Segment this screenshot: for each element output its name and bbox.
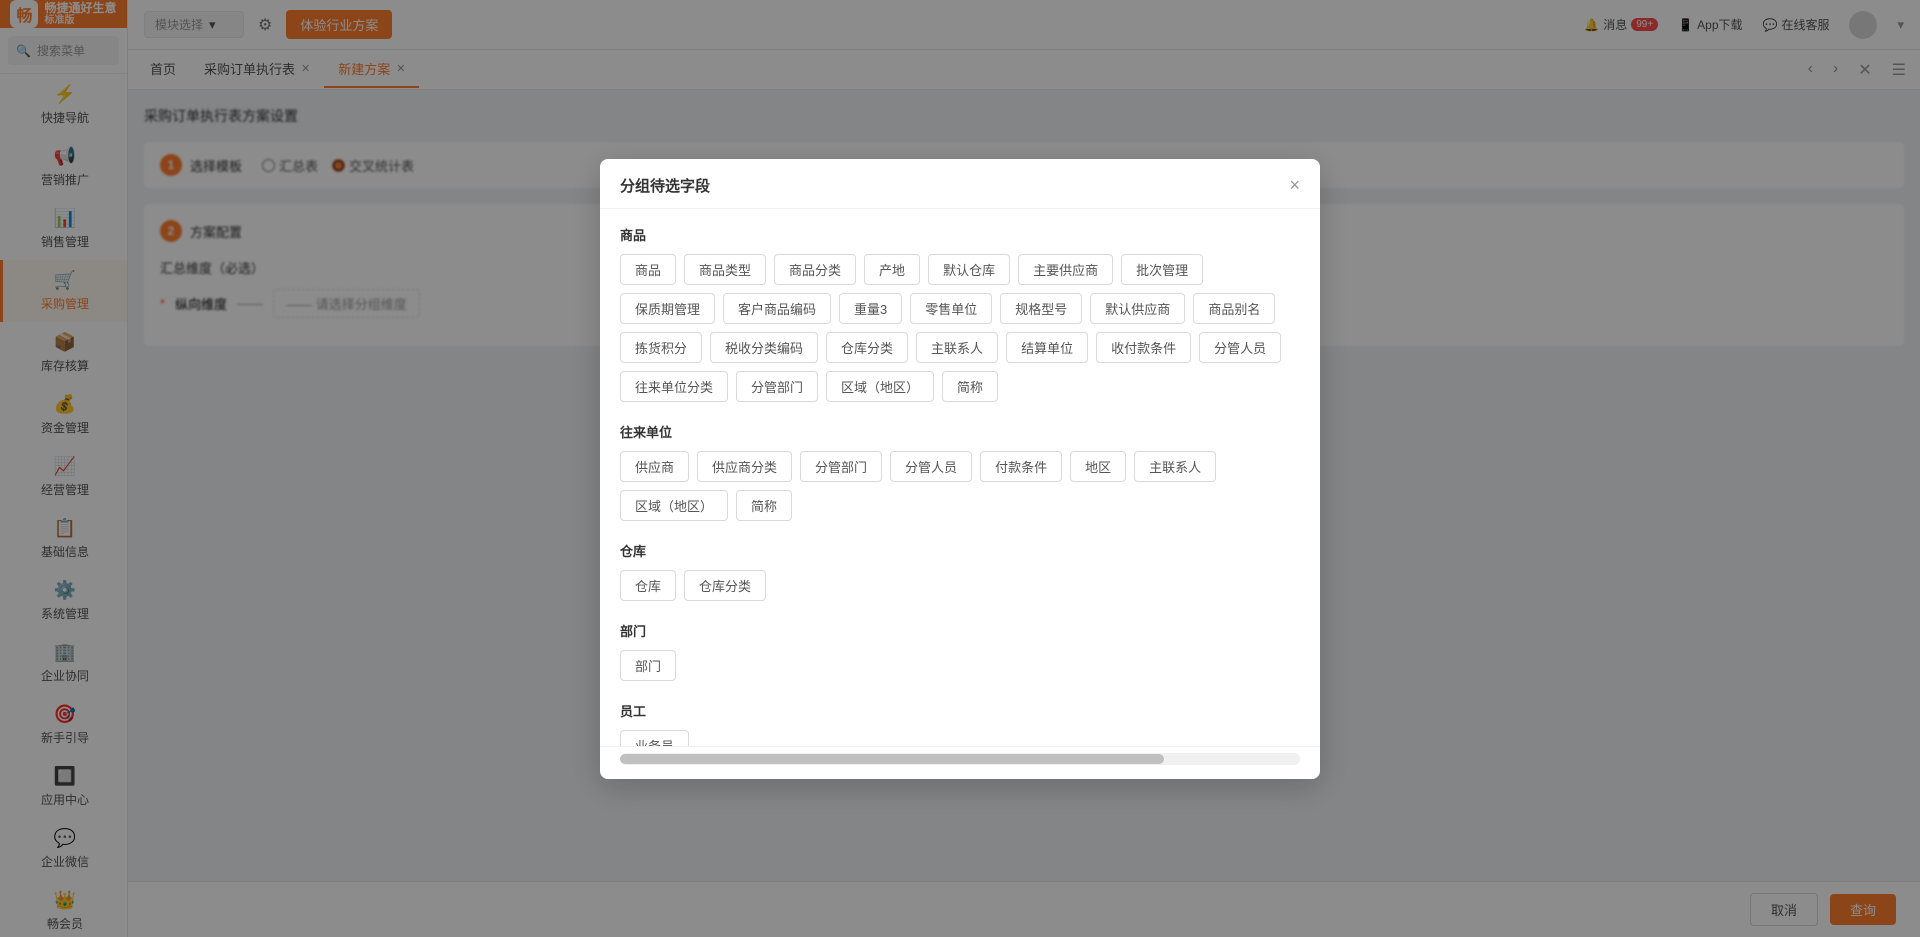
modal-body: 商品商品商品类型商品分类产地默认仓库主要供应商批次管理保质期管理客户商品编码重量… [600, 209, 1320, 746]
field-tag[interactable]: 供应商 [620, 451, 689, 482]
field-tag[interactable]: 规格型号 [1000, 293, 1082, 324]
field-tag[interactable]: 区域（地区） [620, 490, 728, 521]
field-tag[interactable]: 部门 [620, 650, 676, 681]
horizontal-scrollbar[interactable] [620, 753, 1300, 765]
field-tag[interactable]: 分管部门 [736, 371, 818, 402]
field-tag[interactable]: 默认仓库 [928, 254, 1010, 285]
field-tag[interactable]: 主联系人 [1134, 451, 1216, 482]
field-tag[interactable]: 拣货积分 [620, 332, 702, 363]
field-tag[interactable]: 商品类型 [684, 254, 766, 285]
field-tag[interactable]: 保质期管理 [620, 293, 715, 324]
field-tag[interactable]: 零售单位 [910, 293, 992, 324]
modal-close-button[interactable]: × [1289, 176, 1300, 194]
field-group-warehouse: 仓库仓库仓库分类 [620, 541, 1300, 601]
modal-header: 分组待选字段 × [600, 159, 1320, 209]
modal-overlay: 分组待选字段 × 商品商品商品类型商品分类产地默认仓库主要供应商批次管理保质期管… [0, 0, 1920, 937]
field-tag[interactable]: 仓库 [620, 570, 676, 601]
field-tag[interactable]: 仓库分类 [826, 332, 908, 363]
field-tag[interactable]: 结算单位 [1006, 332, 1088, 363]
field-tag[interactable]: 业务员 [620, 730, 689, 746]
field-tags-department: 部门 [620, 650, 1300, 681]
modal-scrollbar [600, 746, 1320, 779]
field-group-employee: 员工业务员 [620, 701, 1300, 746]
field-tags-employee: 业务员 [620, 730, 1300, 746]
field-tag[interactable]: 分管部门 [800, 451, 882, 482]
scrollbar-thumb [620, 754, 1164, 764]
field-tag[interactable]: 主要供应商 [1018, 254, 1113, 285]
field-tag[interactable]: 简称 [942, 371, 998, 402]
modal-title: 分组待选字段 [620, 175, 710, 196]
field-group-department: 部门部门 [620, 621, 1300, 681]
field-group-title-warehouse: 仓库 [620, 541, 1300, 560]
field-tag[interactable]: 客户商品编码 [723, 293, 831, 324]
field-group-title-department: 部门 [620, 621, 1300, 640]
field-tags-partner: 供应商供应商分类分管部门分管人员付款条件地区主联系人区域（地区） 简称 [620, 451, 1300, 521]
field-tag[interactable]: 简称 [736, 490, 792, 521]
field-tags-warehouse: 仓库仓库分类 [620, 570, 1300, 601]
field-group-product: 商品商品商品类型商品分类产地默认仓库主要供应商批次管理保质期管理客户商品编码重量… [620, 225, 1300, 402]
field-tag[interactable]: 默认供应商 [1090, 293, 1185, 324]
field-tag[interactable]: 商品分类 [774, 254, 856, 285]
field-tag[interactable]: 商品 [620, 254, 676, 285]
field-tag[interactable]: 区域（地区） [826, 371, 934, 402]
field-tag[interactable]: 分管人员 [1199, 332, 1281, 363]
field-tag[interactable]: 地区 [1070, 451, 1126, 482]
field-tag[interactable]: 批次管理 [1121, 254, 1203, 285]
field-group-title-employee: 员工 [620, 701, 1300, 720]
field-tag[interactable]: 分管人员 [890, 451, 972, 482]
field-tag[interactable]: 税收分类编码 [710, 332, 818, 363]
field-select-modal: 分组待选字段 × 商品商品商品类型商品分类产地默认仓库主要供应商批次管理保质期管… [600, 159, 1320, 779]
field-tag[interactable]: 主联系人 [916, 332, 998, 363]
field-tag[interactable]: 商品别名 [1193, 293, 1275, 324]
field-group-title-product: 商品 [620, 225, 1300, 244]
field-tag[interactable]: 供应商分类 [697, 451, 792, 482]
field-tag[interactable]: 仓库分类 [684, 570, 766, 601]
field-tags-product: 商品商品类型商品分类产地默认仓库主要供应商批次管理保质期管理客户商品编码重量3 零… [620, 254, 1300, 402]
field-tag[interactable]: 往来单位分类 [620, 371, 728, 402]
field-tag[interactable]: 付款条件 [980, 451, 1062, 482]
field-tag[interactable]: 重量3 [839, 293, 902, 324]
field-group-partner: 往来单位供应商供应商分类分管部门分管人员付款条件地区主联系人区域（地区） 简称 [620, 422, 1300, 521]
field-tag[interactable]: 收付款条件 [1096, 332, 1191, 363]
field-tag[interactable]: 产地 [864, 254, 920, 285]
field-group-title-partner: 往来单位 [620, 422, 1300, 441]
